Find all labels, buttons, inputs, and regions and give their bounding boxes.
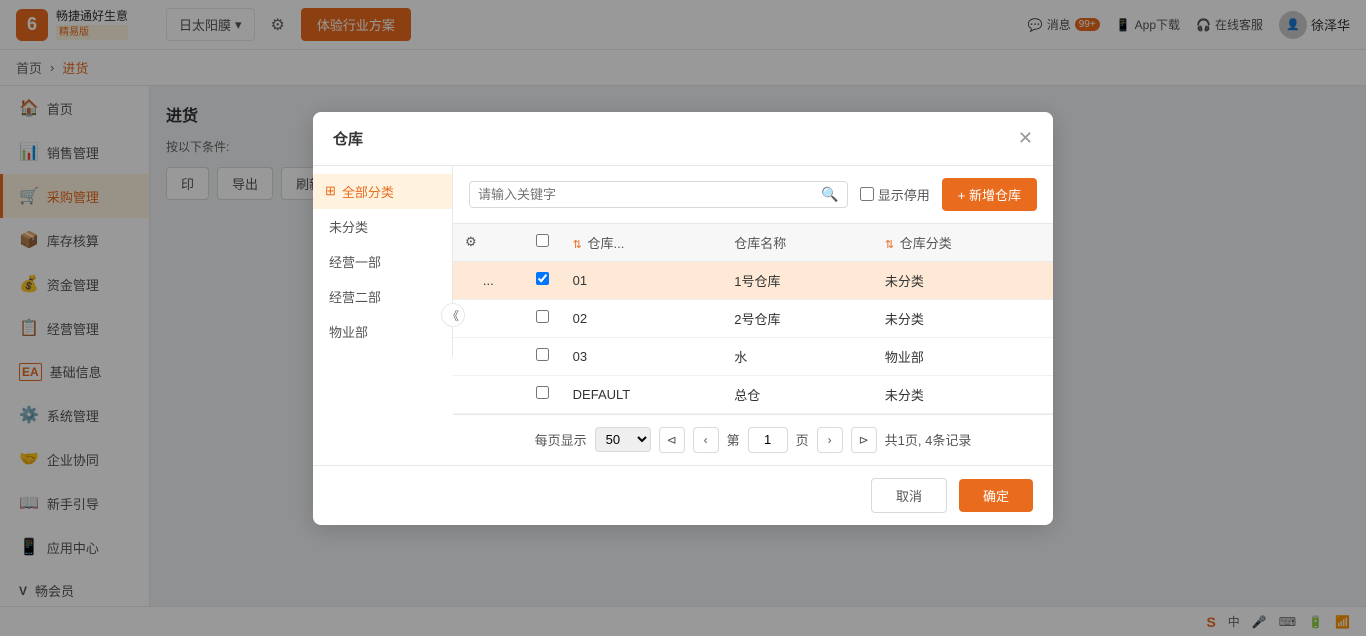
prev-page-button[interactable]: ‹ [693,427,719,453]
row-check-1[interactable] [524,261,561,299]
table-row[interactable]: DEFAULT 总仓 未分类 [453,375,1053,413]
search-input[interactable] [478,187,821,202]
th-name: 仓库名称 [722,224,873,262]
modal-body: ⊞ 全部分类 未分类 经营一部 经营二部 物业部 《 🔍 [313,166,1053,465]
page-label: 第 [727,430,740,449]
current-page-input[interactable] [748,427,788,453]
row-number-3: 03 [561,337,723,375]
modal-footer: 取消 确定 [313,465,1053,525]
row-gear-1[interactable]: ... [453,261,524,299]
category-item-unclassified[interactable]: 未分类 [313,209,452,244]
first-page-button[interactable]: ⊲ [659,427,685,453]
row-name-2: 2号仓库 [722,299,873,337]
per-page-label: 每页显示 [535,430,587,449]
modal-category-sidebar: ⊞ 全部分类 未分类 经营一部 经营二部 物业部 [313,166,453,357]
show-disabled-option: 显示停用 [860,185,930,204]
category-item-property[interactable]: 物业部 [313,314,452,349]
modal-close-button[interactable]: ✕ [1018,128,1033,149]
warehouse-modal: 仓库 ✕ ⊞ 全部分类 未分类 经营一部 经营二部 物业部 《 [313,112,1053,525]
row-category-4: 未分类 [873,375,1053,413]
sort-icon-category: ⇅ [885,239,894,251]
table-row[interactable]: 03 水 物业部 [453,337,1053,375]
confirm-button[interactable]: 确定 [959,479,1033,512]
table-row[interactable]: 02 2号仓库 未分类 [453,299,1053,337]
row-check-4[interactable] [524,375,561,413]
modal-header: 仓库 ✕ [313,112,1053,166]
th-number[interactable]: ⇅ 仓库... [561,224,723,262]
per-page-select[interactable]: 50 10 20 100 [595,427,651,452]
modal-sidebar-wrapper: ⊞ 全部分类 未分类 经营一部 经营二部 物业部 《 [313,166,453,465]
row-number-1: 01 [561,261,723,299]
th-category-label: 仓库分类 [900,236,952,251]
table-row[interactable]: ... 01 1号仓库 未分类 [453,261,1053,299]
row-name-4: 总仓 [722,375,873,413]
th-number-label: 仓库... [588,236,625,251]
modal-table-wrapper: ⚙ ⇅ 仓库... 仓库名称 [453,224,1053,414]
row-gear-4[interactable] [453,375,524,413]
row-number-2: 02 [561,299,723,337]
row-checkbox-2[interactable] [536,310,549,323]
show-disabled-checkbox[interactable] [860,187,874,201]
category-item-ops1[interactable]: 经营一部 [313,244,452,279]
total-info: 共1页, 4条记录 [885,430,972,449]
pagination-bar: 每页显示 50 10 20 100 ⊲ ‹ 第 页 › ⊳ 共1页, 4条记录 [453,414,1053,465]
page-suffix: 页 [796,430,809,449]
row-name-3: 水 [722,337,873,375]
th-gear[interactable]: ⚙ [453,224,524,262]
row-category-3: 物业部 [873,337,1053,375]
modal-title: 仓库 [333,128,363,149]
search-box: 🔍 [469,181,848,208]
th-category[interactable]: ⇅ 仓库分类 [873,224,1053,262]
row-checkbox-1[interactable] [536,272,549,285]
row-check-3[interactable] [524,337,561,375]
row-category-1: 未分类 [873,261,1053,299]
grid-icon: ⊞ [325,183,336,199]
modal-content-area: 🔍 显示停用 + 新增仓库 ⚙ [453,166,1053,465]
show-disabled-label: 显示停用 [878,185,930,204]
table-header-row: ⚙ ⇅ 仓库... 仓库名称 [453,224,1053,262]
row-gear-3[interactable] [453,337,524,375]
next-page-button[interactable]: › [817,427,843,453]
row-check-2[interactable] [524,299,561,337]
th-check [524,224,561,262]
search-icon[interactable]: 🔍 [821,186,838,203]
collapse-sidebar-button[interactable]: 《 [441,303,465,327]
table-body: ... 01 1号仓库 未分类 [453,261,1053,413]
select-all-checkbox[interactable] [536,234,549,247]
row-name-1: 1号仓库 [722,261,873,299]
row-number-4: DEFAULT [561,375,723,413]
cancel-button[interactable]: 取消 [871,478,947,513]
all-categories-item[interactable]: ⊞ 全部分类 [313,174,452,209]
row-category-2: 未分类 [873,299,1053,337]
modal-toolbar: 🔍 显示停用 + 新增仓库 [453,166,1053,224]
row-checkbox-3[interactable] [536,348,549,361]
all-categories-label: 全部分类 [342,182,394,201]
modal-overlay: 仓库 ✕ ⊞ 全部分类 未分类 经营一部 经营二部 物业部 《 [0,0,1366,636]
warehouse-table: ⚙ ⇅ 仓库... 仓库名称 [453,224,1053,414]
row-checkbox-4[interactable] [536,386,549,399]
th-name-label: 仓库名称 [734,236,786,251]
category-item-ops2[interactable]: 经营二部 [313,279,452,314]
sort-icon-number: ⇅ [573,239,582,251]
last-page-button[interactable]: ⊳ [851,427,877,453]
new-warehouse-button[interactable]: + 新增仓库 [942,178,1037,211]
